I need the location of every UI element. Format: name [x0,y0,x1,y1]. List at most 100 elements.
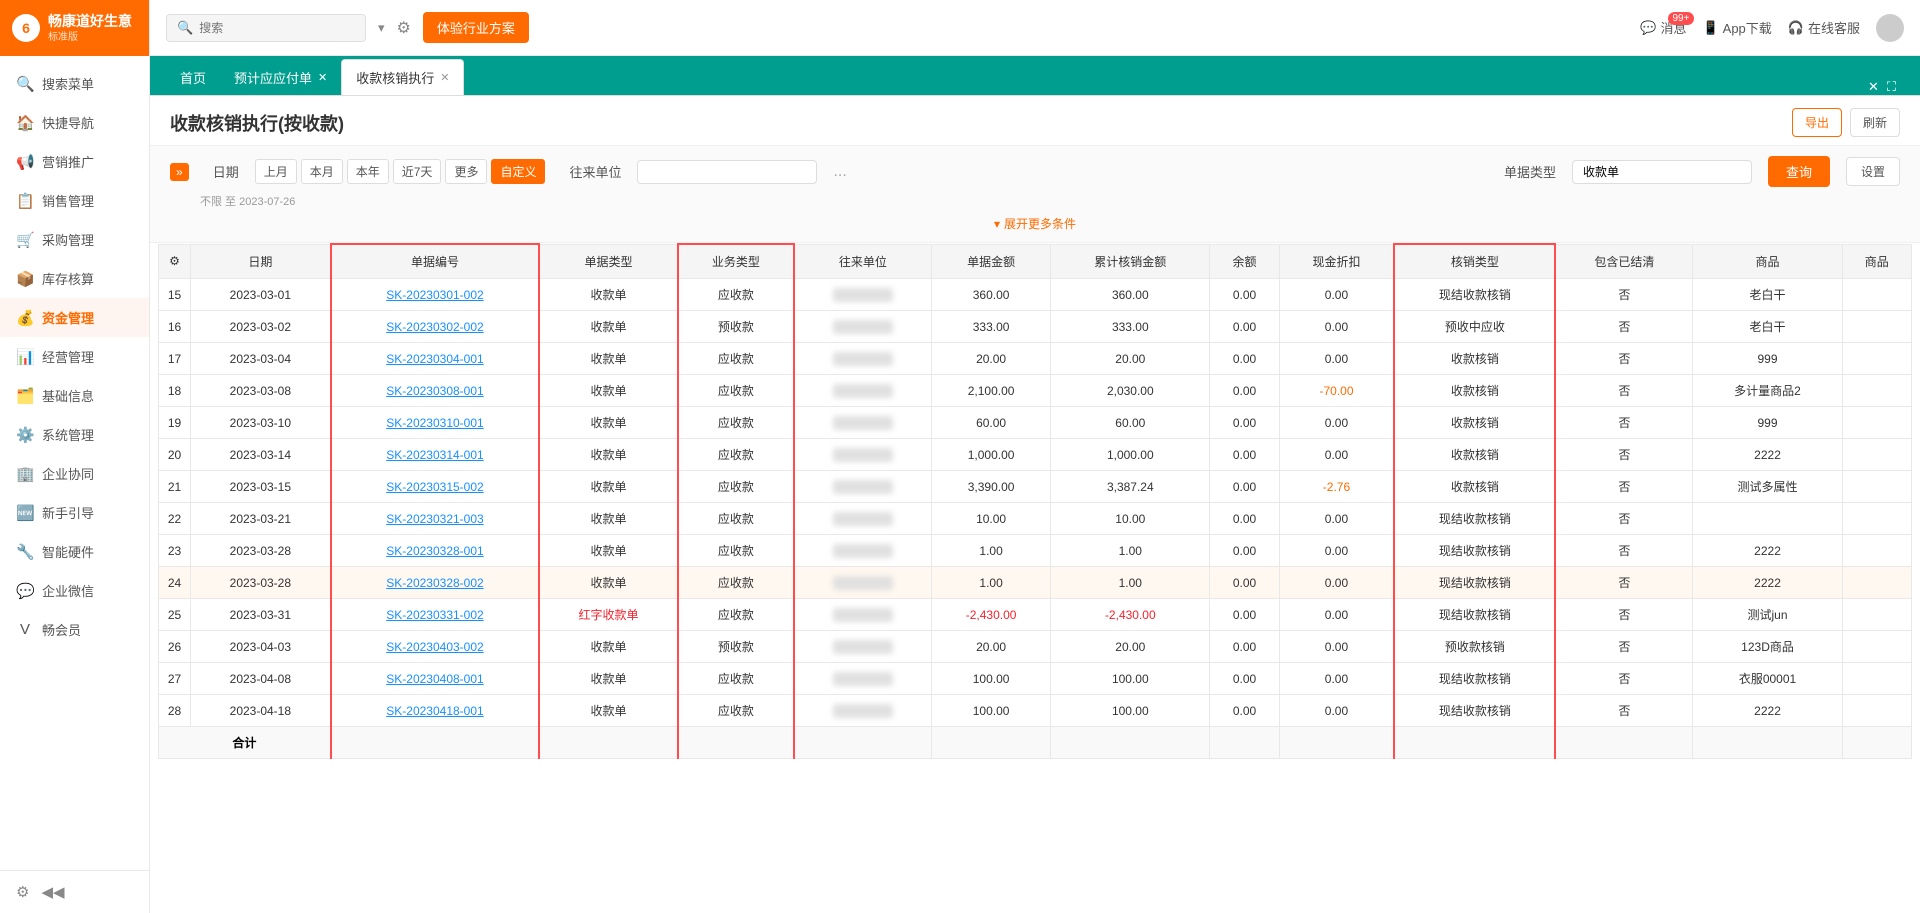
tab-close-all-icon[interactable]: ✕ [1868,79,1879,95]
table-row: 15 2023-03-01 SK-20230301-002 收款单 应收款 ██… [159,279,1912,311]
member-icon: V [16,621,34,638]
topbar-search-box[interactable]: 🔍 [166,14,366,42]
filter-toggle-icon[interactable]: » [170,163,189,181]
gear-icon[interactable]: ⚙ [397,18,411,38]
sidebar-bottom: ⚙ ◀◀ [0,870,149,913]
row-partner: ██████ [794,279,932,311]
row-doc-type: 收款单 [539,695,678,727]
search-input[interactable] [199,21,339,35]
doc-no-link[interactable]: SK-20230328-001 [386,544,483,558]
settings-bottom-icon[interactable]: ⚙ [16,883,29,901]
row-included: 否 [1555,695,1693,727]
sidebar-item-quicknav[interactable]: 🏠快捷导航 [0,103,149,142]
expand-more-btn[interactable]: ▾ 展开更多条件 [994,215,1076,232]
tab-prepay-close[interactable]: ✕ [318,71,327,84]
filter-row-1: » 日期 上月 本月 本年 近7天 更多 自定义 往来单位 ... 单据类型 [170,156,1900,187]
doc-no-link[interactable]: SK-20230321-003 [386,512,483,526]
row-doc-no: SK-20230301-002 [331,279,540,311]
row-discount: 0.00 [1279,599,1394,631]
sidebar-item-basic[interactable]: 🗂️基础信息 [0,376,149,415]
row-date: 2023-03-21 [191,503,331,535]
online-service-btn[interactable]: 🎧 在线客服 [1788,18,1860,37]
doc-no-link[interactable]: SK-20230308-001 [386,384,483,398]
doc-no-link[interactable]: SK-20230304-001 [386,352,483,366]
row-doc-type: 收款单 [539,663,678,695]
col-settings[interactable]: ⚙ [159,244,191,279]
table-footer-row: 合计 [159,727,1912,759]
refresh-button[interactable]: 刷新 [1850,108,1900,137]
row-writeoff-type: 现结收款核销 [1394,503,1555,535]
settings-button[interactable]: 设置 [1846,157,1900,186]
row-included: 否 [1555,471,1693,503]
app-download-btn[interactable]: 📱 App下载 [1702,18,1771,37]
sidebar-item-inventory[interactable]: 📦库存核算 [0,259,149,298]
sidebar-item-system[interactable]: ⚙️系统管理 [0,415,149,454]
tab-expand-icon[interactable]: ⛶ [1887,79,1896,95]
doc-no-link[interactable]: SK-20230302-002 [386,320,483,334]
doc-no-link[interactable]: SK-20230328-002 [386,576,483,590]
doc-no-link[interactable]: SK-20230310-001 [386,416,483,430]
doctype-select[interactable]: 收款单 全部 [1572,160,1752,184]
tab-prepay[interactable]: 预计应应付单 ✕ [220,60,341,95]
row-discount: 0.00 [1279,311,1394,343]
row-amount: -2,430.00 [931,599,1050,631]
sidebar-item-member[interactable]: V畅会员 [0,610,149,649]
col-goods1: 商品 [1693,244,1842,279]
doc-no-link[interactable]: SK-20230301-002 [386,288,483,302]
date-last-month[interactable]: 上月 [255,159,297,184]
doc-no-link[interactable]: SK-20230403-002 [386,640,483,654]
doc-no-link[interactable]: SK-20230314-001 [386,448,483,462]
doc-no-link[interactable]: SK-20230331-002 [386,608,483,622]
row-goods1: 2222 [1693,567,1842,599]
sidebar-item-search[interactable]: 🔍搜索菜单 [0,64,149,103]
row-doc-no: SK-20230315-002 [331,471,540,503]
sidebar-item-finance[interactable]: 💰资金管理 [0,298,149,337]
row-writeoff-type: 现结收款核销 [1394,567,1555,599]
footer-goods1 [1693,727,1842,759]
industry-btn[interactable]: 体验行业方案 [423,12,529,43]
doc-no-link[interactable]: SK-20230408-001 [386,672,483,686]
sidebar-item-marketing[interactable]: 📢营销推广 [0,142,149,181]
sidebar-item-hardware[interactable]: 🔧智能硬件 [0,532,149,571]
partner-value: ██████ [833,704,893,718]
row-partner: ██████ [794,407,932,439]
date-more[interactable]: 更多 [445,159,487,184]
partner-input[interactable] [637,160,817,184]
col-doc-type: 单据类型 [539,244,678,279]
row-writeoff-type: 现结收款核销 [1394,695,1555,727]
sidebar-item-operation[interactable]: 📊经营管理 [0,337,149,376]
sidebar-item-label-sales: 销售管理 [42,191,94,210]
user-avatar[interactable] [1876,14,1904,42]
date-this-month[interactable]: 本月 [301,159,343,184]
date-this-year[interactable]: 本年 [347,159,389,184]
tab-home[interactable]: 首页 [166,60,220,95]
collapse-icon[interactable]: ◀◀ [41,883,64,901]
sidebar-item-wechat[interactable]: 💬企业微信 [0,571,149,610]
row-biz-type: 应收款 [678,663,794,695]
row-writeoff-type: 预收款核销 [1394,631,1555,663]
export-button[interactable]: 导出 [1792,108,1842,137]
dropdown-arrow-icon[interactable]: ▾ [378,20,385,36]
sidebar-item-sales[interactable]: 📋销售管理 [0,181,149,220]
doc-no-link[interactable]: SK-20230315-002 [386,480,483,494]
date-custom[interactable]: 自定义 [491,159,545,184]
row-included: 否 [1555,279,1693,311]
sidebar-item-enterprise[interactable]: 🏢企业协同 [0,454,149,493]
tab-receipt[interactable]: 收款核销执行 ✕ [341,59,464,95]
doc-no-link[interactable]: SK-20230418-001 [386,704,483,718]
sidebar-item-guide[interactable]: 🆕新手引导 [0,493,149,532]
table-row: 23 2023-03-28 SK-20230328-001 收款单 应收款 ██… [159,535,1912,567]
row-amount: 20.00 [931,343,1050,375]
row-balance: 0.00 [1210,439,1279,471]
messages-btn[interactable]: 💬 消息 99+ [1640,18,1686,37]
row-amount: 333.00 [931,311,1050,343]
query-button[interactable]: 查询 [1768,156,1830,187]
sidebar-item-purchase[interactable]: 🛒采购管理 [0,220,149,259]
date-7days[interactable]: 近7天 [393,159,442,184]
tab-receipt-close[interactable]: ✕ [440,71,449,84]
row-date: 2023-03-14 [191,439,331,471]
row-partner: ██████ [794,503,932,535]
footer-goods2 [1842,727,1911,759]
row-doc-type: 收款单 [539,407,678,439]
col-goods2: 商品 [1842,244,1911,279]
